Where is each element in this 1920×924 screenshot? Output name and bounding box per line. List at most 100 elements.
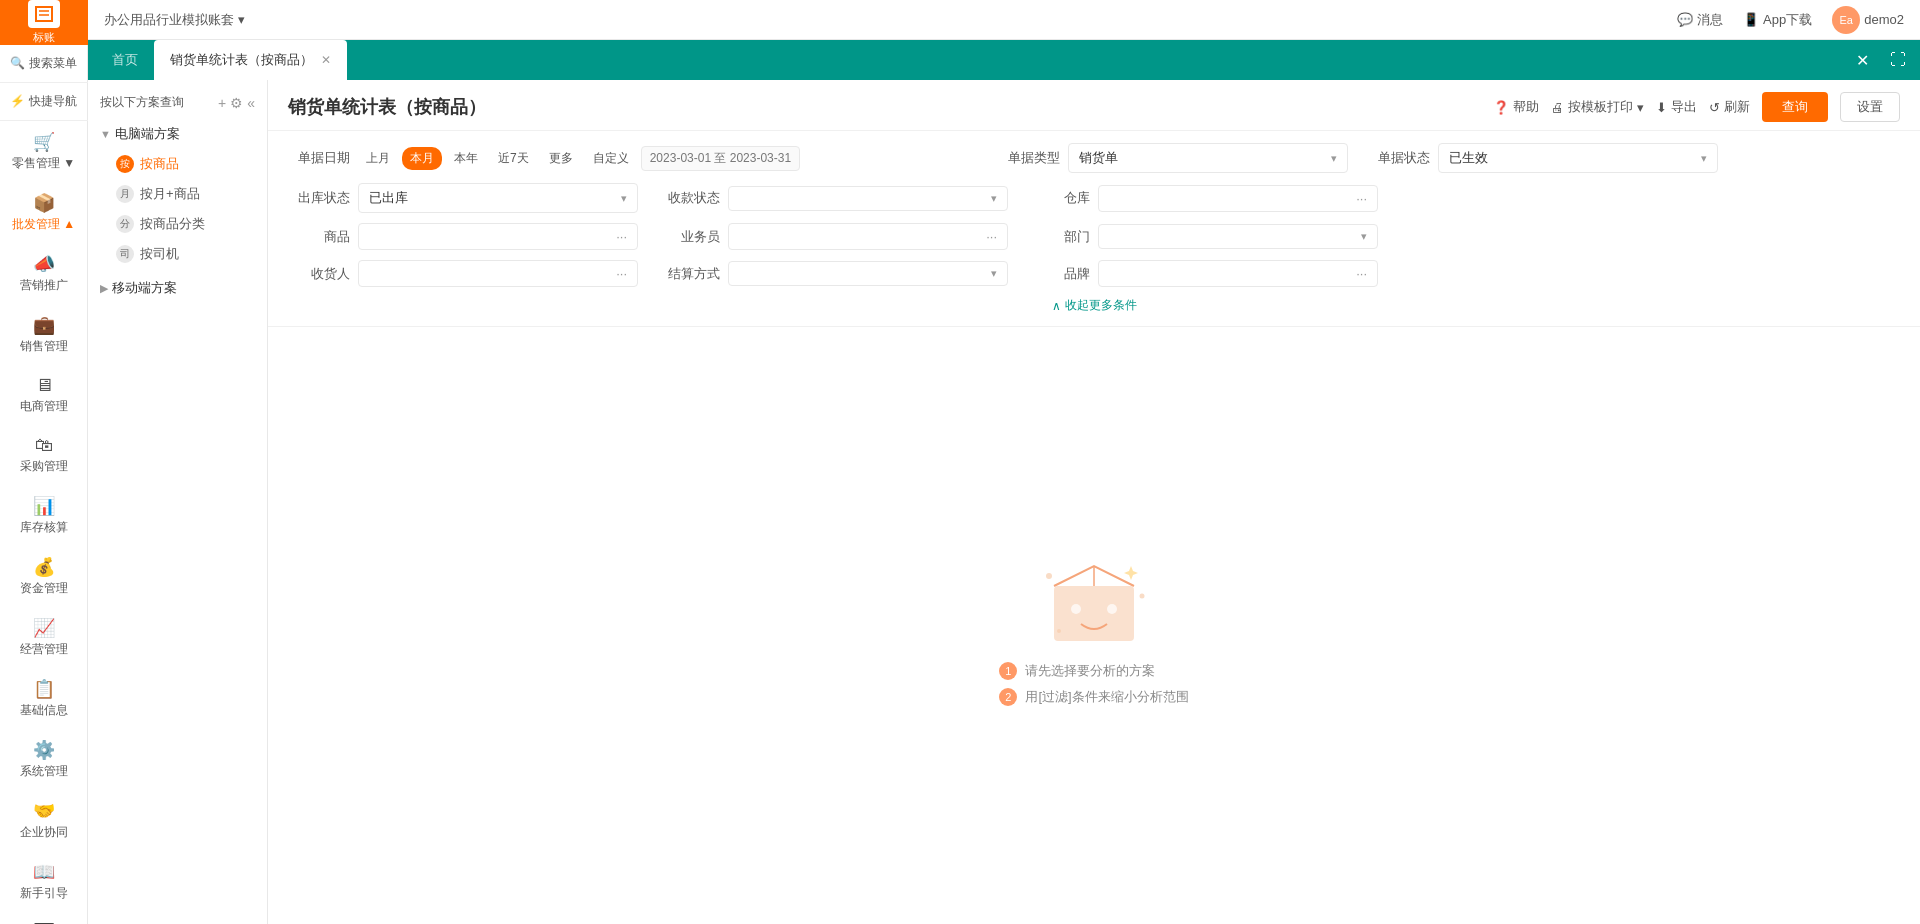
side-panel-title: 按以下方案查询 — [100, 94, 184, 111]
scheme-item-by-clerk[interactable]: 司 按司机 — [88, 239, 267, 269]
collapse-more-button[interactable]: ∧ 收起更多条件 — [288, 297, 1900, 314]
staff-input[interactable]: ··· — [728, 223, 1008, 250]
mobile-group-label: 移动端方案 — [112, 279, 177, 297]
purchase-icon: 🛍 — [4, 435, 84, 456]
date-range-display[interactable]: 2023-03-01 至 2023-03-31 — [641, 146, 800, 171]
sidebar-item-ecommerce[interactable]: 🖥 电商管理 — [0, 365, 88, 425]
industry-selector[interactable]: 办公用品行业模拟账套 ▾ — [104, 11, 245, 29]
sidebar-item-wholesale-label: 批发管理 — [12, 217, 60, 231]
sidebar-item-marketing[interactable]: 📣 营销推广 — [0, 243, 88, 304]
app-logo: 标账 — [0, 0, 88, 45]
wholesale-arrow: ▲ — [63, 217, 75, 231]
sidebar-item-purchase[interactable]: 🛍 采购管理 — [0, 425, 88, 485]
ecommerce-icon: 🖥 — [4, 375, 84, 396]
tab-sales-stats[interactable]: 销货单统计表（按商品） ✕ — [154, 40, 347, 80]
filter-row-1: 单据日期 上月 本月 本年 近7天 更多 自定义 2023-03-01 至 20… — [288, 143, 1900, 173]
svg-point-6 — [1057, 629, 1061, 633]
doc-status-label: 单据状态 — [1368, 149, 1438, 167]
by-clerk-label: 按司机 — [140, 245, 179, 263]
doc-status-select[interactable]: 已生效 ▾ — [1438, 143, 1718, 173]
empty-illustration — [1034, 546, 1154, 646]
add-scheme-icon[interactable]: + — [218, 95, 226, 111]
by-category-label: 按商品分类 — [140, 215, 205, 233]
date-btn-last-month[interactable]: 上月 — [358, 147, 398, 170]
sidebar-item-guide[interactable]: 📖 新手引导 — [0, 851, 88, 912]
app-download-button[interactable]: 📱 App下载 — [1743, 11, 1812, 29]
sidebar-quicknav[interactable]: ⚡ 快捷导航 — [0, 83, 88, 121]
filter-area: 单据日期 上月 本月 本年 近7天 更多 自定义 2023-03-01 至 20… — [268, 131, 1920, 327]
user-button[interactable]: Ea demo2 — [1832, 6, 1904, 34]
date-btn-this-year[interactable]: 本年 — [446, 147, 486, 170]
hint-1-text: 请先选择要分析的方案 — [1025, 662, 1155, 680]
message-button[interactable]: 💬 消息 — [1677, 11, 1723, 29]
collapse-label: 收起更多条件 — [1065, 297, 1137, 314]
svg-point-4 — [1046, 573, 1052, 579]
settings-scheme-icon[interactable]: ⚙ — [230, 95, 243, 111]
date-btn-this-month[interactable]: 本月 — [402, 147, 442, 170]
sidebar-item-retail-label: 零售管理 — [12, 156, 60, 170]
sidebar-item-enterprise-label: 企业协同 — [20, 825, 68, 839]
side-panel: 按以下方案查询 + ⚙ « ▼ 电脑端方案 按 按商品 月 — [88, 80, 268, 924]
sidebar-item-basic[interactable]: 📋 基础信息 — [0, 668, 88, 729]
side-panel-header: 按以下方案查询 + ⚙ « — [88, 88, 267, 117]
sidebar-item-sales[interactable]: 💼 销售管理 — [0, 304, 88, 365]
product-input[interactable]: ··· — [358, 223, 638, 250]
sidebar-item-finance-label: 资金管理 — [20, 581, 68, 595]
top-header: 办公用品行业模拟账套 ▾ 💬 消息 📱 App下载 Ea demo2 — [88, 0, 1920, 40]
tab-home-label: 首页 — [112, 51, 138, 69]
tab-close-button[interactable]: ✕ — [1848, 46, 1876, 74]
sidebar-item-wholesale[interactable]: 📦 批发管理 ▲ — [0, 182, 88, 243]
date-btn-7days[interactable]: 近7天 — [490, 147, 537, 170]
dept-select[interactable]: ▾ — [1098, 224, 1378, 249]
help-button[interactable]: ❓ 帮助 — [1493, 98, 1539, 116]
scheme-item-by-product[interactable]: 按 按商品 — [88, 149, 267, 179]
product-label: 商品 — [288, 228, 358, 246]
industry-label: 办公用品行业模拟账套 — [104, 11, 234, 29]
system-icon: ⚙️ — [4, 739, 84, 761]
mobile-group-arrow: ▶ — [100, 282, 108, 295]
date-btn-more[interactable]: 更多 — [541, 147, 581, 170]
scheme-item-by-month-product[interactable]: 月 按月+商品 — [88, 179, 267, 209]
sidebar-item-stock-label: 库存核算 — [20, 520, 68, 534]
stock-icon: 📊 — [4, 495, 84, 517]
sidebar-item-stock[interactable]: 📊 库存核算 — [0, 485, 88, 546]
sidebar-item-enterprise[interactable]: 🤝 企业协同 — [0, 790, 88, 851]
empty-state: 1 请先选择要分析的方案 2 用[过滤]条件来缩小分析范围 — [268, 327, 1920, 924]
collapse-panel-icon[interactable]: « — [247, 95, 255, 111]
quicknav-icon: ⚡ — [10, 94, 25, 108]
sidebar-item-finance[interactable]: 💰 资金管理 — [0, 546, 88, 607]
sidebar-item-operations[interactable]: 📈 经营管理 — [0, 607, 88, 668]
sidebar-item-system-label: 系统管理 — [20, 764, 68, 778]
refresh-button[interactable]: ↺ 刷新 — [1709, 98, 1750, 116]
sidebar-item-system[interactable]: ⚙️ 系统管理 — [0, 729, 88, 790]
warehouse-input[interactable]: ··· — [1098, 185, 1378, 212]
sidebar-item-apps[interactable]: 🔲 应用中心 — [0, 912, 88, 924]
tab-close-icon[interactable]: ✕ — [321, 53, 331, 67]
staff-dots: ··· — [986, 229, 997, 244]
date-btn-custom[interactable]: 自定义 — [585, 147, 637, 170]
pc-group-header[interactable]: ▼ 电脑端方案 — [88, 119, 267, 149]
payment-status-select[interactable]: ▾ — [728, 186, 1008, 211]
wh-status-select[interactable]: 已出库 ▾ — [358, 183, 638, 213]
recipient-input[interactable]: ··· — [358, 260, 638, 287]
doc-type-select[interactable]: 销货单 ▾ — [1068, 143, 1348, 173]
logo-text: 标账 — [33, 30, 55, 45]
product-dots: ··· — [616, 229, 627, 244]
quicknav-label: 快捷导航 — [29, 94, 77, 108]
export-button[interactable]: ⬇ 导出 — [1656, 98, 1697, 116]
brand-input[interactable]: ··· — [1098, 260, 1378, 287]
template-print-button[interactable]: 🖨 按模板打印 ▾ — [1551, 98, 1644, 116]
query-button[interactable]: 查询 — [1762, 92, 1828, 122]
sidebar-item-retail[interactable]: 🛒 零售管理 ▼ — [0, 121, 88, 182]
scheme-item-by-category[interactable]: 分 按商品分类 — [88, 209, 267, 239]
mobile-group-header[interactable]: ▶ 移动端方案 — [88, 273, 267, 303]
header-right: 💬 消息 📱 App下载 Ea demo2 — [1677, 6, 1904, 34]
tab-expand-button[interactable]: ⛶ — [1884, 46, 1912, 74]
logo-icon — [28, 0, 60, 28]
content-area: 按以下方案查询 + ⚙ « ▼ 电脑端方案 按 按商品 月 — [88, 80, 1920, 924]
sidebar-search[interactable]: 🔍 搜索菜单 — [0, 45, 88, 83]
scheme-group-pc: ▼ 电脑端方案 按 按商品 月 按月+商品 分 按商品分类 司 按司机 — [88, 117, 267, 271]
payment-method-select[interactable]: ▾ — [728, 261, 1008, 286]
tab-home[interactable]: 首页 — [96, 40, 154, 80]
settings-button[interactable]: 设置 — [1840, 92, 1900, 122]
